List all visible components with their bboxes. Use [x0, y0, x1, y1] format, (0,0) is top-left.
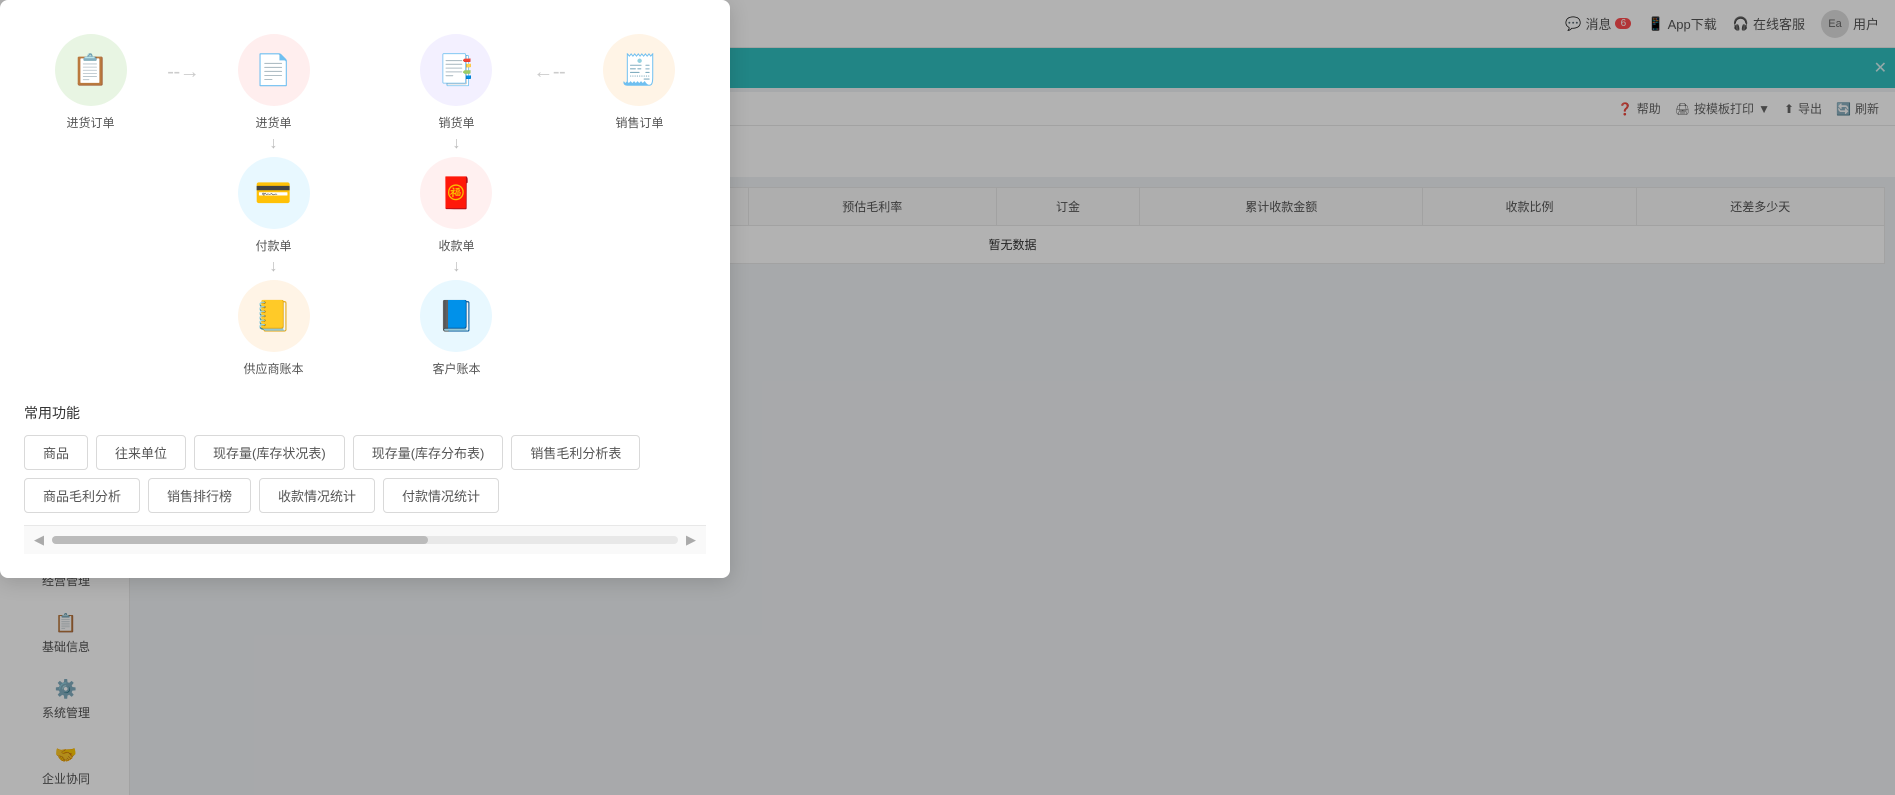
sales-order-icon: 🧾 — [603, 48, 675, 106]
sales-order-label: 销售订单 — [615, 114, 663, 131]
sales-bill-label: 销货单 — [438, 114, 474, 131]
down-arrow-4: ↓ — [390, 258, 523, 276]
flow-node-receipt[interactable]: 🧧 收款单 — [390, 157, 523, 254]
arrow-1: - - → — [157, 61, 207, 104]
func-btn[interactable]: 商品毛利分析 — [130, 478, 140, 513]
func-btn[interactable]: 付款情况统计 — [383, 478, 499, 513]
flow-node-purchase-bill[interactable]: 📄 进货单 — [207, 48, 340, 131]
payment-icon: 💳 — [238, 157, 310, 229]
receipt-icon: 🧧 — [420, 157, 492, 229]
common-funcs-title: 常用功能 — [130, 403, 706, 423]
common-funcs: 常用功能 商品往来单位现存量(库存状况表)现存量(库存分布表)销售毛利分析表商品… — [130, 403, 706, 513]
popup-card: 📋 进货订单 - - → 📄 — [130, 48, 730, 578]
scroll-right-icon[interactable]: ▶ — [686, 532, 696, 548]
supplier-ledger-icon: 📒 — [238, 280, 310, 352]
func-btn[interactable]: 现存量(库存状况表) — [194, 435, 345, 470]
receipt-label: 收款单 — [438, 237, 474, 254]
flow-node-customer-ledger[interactable]: 📘 客户账本 — [390, 280, 523, 377]
customer-ledger-label: 客户账本 — [432, 360, 480, 377]
sales-bill-icon: 📑 — [420, 48, 492, 106]
scroll-area: ◀ ▶ — [130, 525, 706, 554]
scroll-track[interactable] — [130, 536, 678, 544]
overlay: 📋 进货订单 - - → 📄 — [130, 48, 1895, 795]
func-btn[interactable]: 往来单位 — [130, 435, 186, 470]
down-arrow-1: ↓ — [207, 135, 340, 153]
flow-node-payment[interactable]: 💳 付款单 — [207, 157, 340, 254]
flow-node-sales-bill[interactable]: 📑 销货单 — [390, 48, 523, 131]
customer-ledger-icon: 📘 — [420, 280, 492, 352]
supplier-ledger-label: 供应商账本 — [244, 360, 304, 377]
down-arrow-2: ↓ — [390, 135, 523, 153]
scroll-thumb — [130, 536, 428, 544]
func-btns-row1: 商品往来单位现存量(库存状况表)现存量(库存分布表)销售毛利分析表商品毛利分析销… — [130, 435, 706, 513]
purchase-bill-label: 进货单 — [256, 114, 292, 131]
func-btn[interactable]: 现存量(库存分布表) — [353, 435, 504, 470]
down-arrow-3: ↓ — [207, 258, 340, 276]
flow-node-purchase-order[interactable]: 📋 进货订单 — [130, 48, 157, 131]
arrow-2: ← - - — [523, 61, 573, 104]
func-btn[interactable]: 销售排行榜 — [148, 478, 251, 513]
purchase-bill-icon: 📄 — [238, 48, 310, 106]
flow-node-supplier-ledger[interactable]: 📒 供应商账本 — [207, 280, 340, 377]
func-btn[interactable]: 销售毛利分析表 — [511, 435, 640, 470]
payment-label: 付款单 — [256, 237, 292, 254]
flow-node-sales-order[interactable]: 🧾 销售订单 — [573, 48, 706, 131]
func-btn[interactable]: 收款情况统计 — [259, 478, 375, 513]
